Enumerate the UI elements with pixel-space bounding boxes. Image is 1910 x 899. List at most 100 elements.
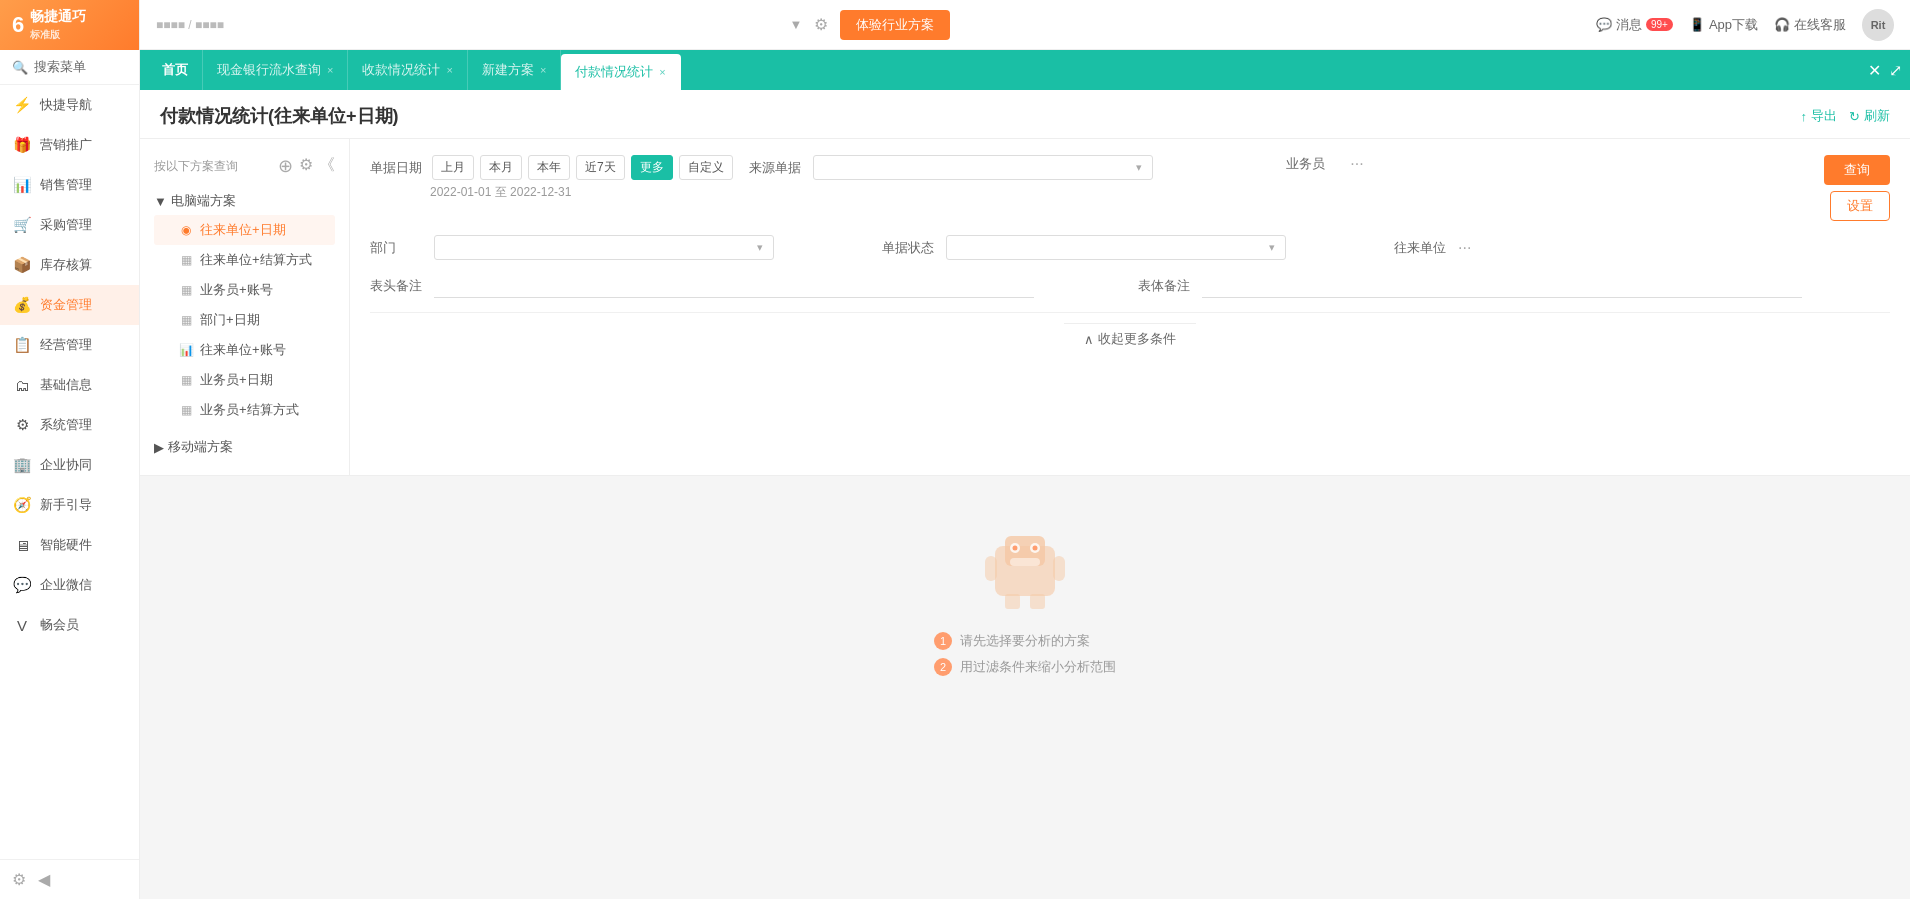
- header-note-input[interactable]: [434, 274, 1034, 298]
- inventory-icon: 📦: [12, 255, 32, 275]
- schema-collapse-icon[interactable]: 《: [319, 155, 335, 177]
- sidebar-item-wechat[interactable]: 💬 企业微信: [0, 565, 139, 605]
- query-button[interactable]: 查询: [1824, 155, 1890, 185]
- counterpart-label: 往来单位: [1394, 239, 1450, 257]
- header-note-filter: 表头备注: [370, 274, 1122, 298]
- schema-settings-icon[interactable]: ⚙: [299, 155, 313, 177]
- schema-icon-2: ▦: [178, 282, 194, 298]
- close-all-tabs-icon[interactable]: ✕: [1868, 61, 1881, 80]
- tab-payment-stats[interactable]: 付款情况统计 ×: [561, 54, 680, 90]
- sidebar-item-quick-nav[interactable]: ⚡ 快捷导航: [0, 85, 139, 125]
- sidebar-item-operations[interactable]: 📋 经营管理: [0, 325, 139, 365]
- sidebar-item-sales[interactable]: 📊 销售管理: [0, 165, 139, 205]
- sidebar-item-inventory[interactable]: 📦 库存核算: [0, 245, 139, 285]
- desktop-group-title[interactable]: ▼ 电脑端方案: [154, 187, 335, 215]
- schema-salesperson-settlement[interactable]: ▦ 业务员+结算方式: [154, 395, 335, 425]
- refresh-button[interactable]: ↻ 刷新: [1849, 107, 1890, 125]
- schema-panel-header: 按以下方案查询 ⊕ ⚙ 《: [140, 149, 349, 183]
- date-btn-last-7-days[interactable]: 近7天: [576, 155, 625, 180]
- sales-icon: 📊: [12, 175, 32, 195]
- expand-tabs-icon[interactable]: ⤢: [1889, 61, 1902, 80]
- body-note-filter: 表体备注: [1138, 274, 1890, 298]
- add-schema-icon[interactable]: ⊕: [278, 155, 293, 177]
- mobile-group-title[interactable]: ▶ 移动端方案: [154, 433, 335, 461]
- logo-name: 畅捷通巧: [30, 8, 86, 26]
- counterpart-select[interactable]: ···: [1458, 239, 1471, 257]
- sidebar-item-finance[interactable]: 💰 资金管理: [0, 285, 139, 325]
- schema-salesperson-date[interactable]: ▦ 业务员+日期: [154, 365, 335, 395]
- sidebar-item-enterprise[interactable]: 🏢 企业协同: [0, 445, 139, 485]
- tab-cash-bank[interactable]: 现金银行流水查询 ×: [203, 50, 348, 90]
- topbar-settings-icon[interactable]: ⚙: [814, 15, 828, 34]
- schema-salesperson-account-label: 业务员+账号: [200, 281, 273, 299]
- salesperson-filter: 业务员 ···: [1286, 155, 1808, 173]
- setting-button[interactable]: 设置: [1830, 191, 1890, 221]
- export-button[interactable]: ↑ 导出: [1801, 107, 1838, 125]
- tab-cash-bank-close[interactable]: ×: [327, 64, 333, 76]
- schema-icon-3: ▦: [178, 312, 194, 328]
- voucher-status-select[interactable]: ▾: [946, 235, 1286, 260]
- sidebar-item-marketing[interactable]: 🎁 营销推广: [0, 125, 139, 165]
- schema-counterpart-date[interactable]: ◉ 往来单位+日期: [154, 215, 335, 245]
- schema-salesperson-account[interactable]: ▦ 业务员+账号: [154, 275, 335, 305]
- app-download-action[interactable]: 📱 App下载: [1689, 16, 1758, 34]
- sidebar-item-member[interactable]: V 畅会员: [0, 605, 139, 645]
- collapse-more-button[interactable]: ∧ 收起更多条件: [1064, 323, 1196, 354]
- tab-home[interactable]: 首页: [148, 50, 203, 90]
- source-select-arrow: ▾: [1136, 161, 1142, 174]
- online-service-label: 在线客服: [1794, 16, 1846, 34]
- tab-receipt-stats[interactable]: 收款情况统计 ×: [348, 50, 467, 90]
- tab-payment-stats-close[interactable]: ×: [659, 66, 665, 78]
- sidebar-item-system[interactable]: ⚙ 系统管理: [0, 405, 139, 445]
- page-title: 付款情况统计(往来单位+日期): [160, 104, 399, 128]
- content-header: 付款情况统计(往来单位+日期) ↑ 导出 ↻ 刷新: [140, 90, 1910, 139]
- sales-label: 销售管理: [40, 176, 92, 194]
- schema-department-date[interactable]: ▦ 部门+日期: [154, 305, 335, 335]
- filter-action-buttons: 查询 设置: [1824, 155, 1890, 221]
- settings-bottom-icon[interactable]: ⚙: [12, 870, 26, 889]
- wechat-icon: 💬: [12, 575, 32, 595]
- sidebar-item-purchase[interactable]: 🛒 采购管理: [0, 205, 139, 245]
- date-btn-more[interactable]: 更多: [631, 155, 673, 180]
- date-buttons: 上月 本月 本年 近7天 更多 自定义: [432, 155, 733, 180]
- message-label: 消息: [1616, 16, 1642, 34]
- tab-new-plan[interactable]: 新建方案 ×: [468, 50, 561, 90]
- logo-sub: 标准版: [30, 28, 86, 42]
- department-select[interactable]: ▾: [434, 235, 774, 260]
- service-icon: 🎧: [1774, 17, 1790, 32]
- empty-hint-1: 1 请先选择要分析的方案: [934, 632, 1090, 650]
- search-menu-item[interactable]: 🔍 搜索菜单: [0, 50, 139, 85]
- online-service-action[interactable]: 🎧 在线客服: [1774, 16, 1846, 34]
- salesperson-select[interactable]: ···: [1350, 155, 1363, 173]
- filter-schema-area: 按以下方案查询 ⊕ ⚙ 《 ▼ 电脑端方案 ◉ 往来单位+日期: [140, 139, 1910, 476]
- trial-button[interactable]: 体验行业方案: [840, 10, 950, 40]
- tab-new-plan-close[interactable]: ×: [540, 64, 546, 76]
- body-note-input[interactable]: [1202, 274, 1802, 298]
- tab-receipt-stats-close[interactable]: ×: [446, 64, 452, 76]
- tabbar: 首页 现金银行流水查询 × 收款情况统计 × 新建方案 × 付款情况统计 × ✕…: [140, 50, 1910, 90]
- hardware-icon: 🖥: [12, 535, 32, 555]
- mobile-group-arrow: ▶: [154, 440, 164, 455]
- source-filter: 来源单据 ▾: [749, 155, 1271, 180]
- sidebar-item-hardware[interactable]: 🖥 智能硬件: [0, 525, 139, 565]
- topbar: ■■■■ / ■■■■ ▼ ⚙ 体验行业方案 💬 消息 99+ 📱 App下载 …: [140, 0, 1910, 50]
- user-avatar[interactable]: Rit: [1862, 9, 1894, 41]
- desktop-group-label: 电脑端方案: [171, 192, 236, 210]
- hint-text-2: 用过滤条件来缩小分析范围: [960, 658, 1116, 676]
- date-btn-last-month[interactable]: 上月: [432, 155, 474, 180]
- schema-panel-title: 按以下方案查询: [154, 158, 238, 175]
- message-action[interactable]: 💬 消息 99+: [1596, 16, 1673, 34]
- date-btn-custom[interactable]: 自定义: [679, 155, 733, 180]
- sidebar-item-guide[interactable]: 🧭 新手引导: [0, 485, 139, 525]
- collapse-sidebar-icon[interactable]: ◀: [38, 870, 50, 889]
- source-select[interactable]: ▾: [813, 155, 1153, 180]
- date-btn-this-month[interactable]: 本月: [480, 155, 522, 180]
- sidebar-item-basic[interactable]: 🗂 基础信息: [0, 365, 139, 405]
- topbar-dropdown-icon[interactable]: ▼: [790, 17, 803, 32]
- schema-counterpart-settlement[interactable]: ▦ 往来单位+结算方式: [154, 245, 335, 275]
- voucher-status-label: 单据状态: [882, 239, 938, 257]
- schema-counterpart-account[interactable]: 📊 往来单位+账号: [154, 335, 335, 365]
- hint-num-1: 1: [934, 632, 952, 650]
- date-btn-this-year[interactable]: 本年: [528, 155, 570, 180]
- robot-illustration: [975, 516, 1075, 616]
